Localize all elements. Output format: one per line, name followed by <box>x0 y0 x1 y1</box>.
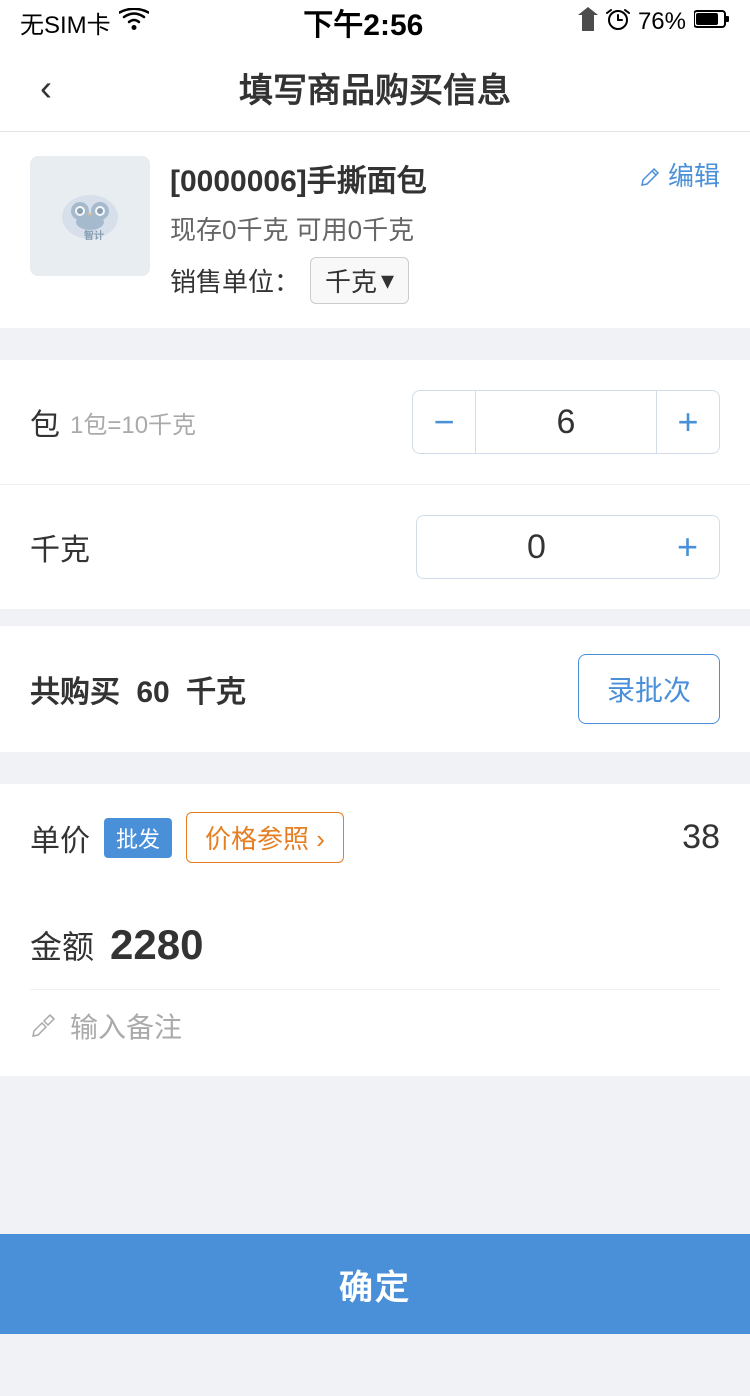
wifi-icon <box>119 8 149 37</box>
unit-label: 销售单位： <box>170 262 300 299</box>
price-value: 38 <box>682 818 720 857</box>
note-row: 输入备注 <box>30 989 720 1076</box>
edit-button[interactable]: 编辑 <box>640 156 720 193</box>
separator-1 <box>0 344 750 360</box>
price-ref-button[interactable]: 价格参照 › <box>186 812 344 863</box>
separator-3 <box>0 768 750 784</box>
time-display: 下午2:56 <box>303 0 423 44</box>
note-placeholder[interactable]: 输入备注 <box>70 1006 182 1046</box>
product-stock: 现存0千克 可用0千克 <box>170 210 620 247</box>
status-left: 无SIM卡 <box>20 5 149 40</box>
qianke-section: 千克 + <box>0 485 750 610</box>
product-unit: 销售单位： 千克 ▾ <box>170 257 620 304</box>
product-name: [0000006]手撕面包 <box>170 156 620 200</box>
product-image: 智计 <box>30 156 150 276</box>
bao-hint: 1包=10千克 <box>70 405 196 440</box>
bao-label: 包 <box>30 400 60 444</box>
svg-text:智计: 智计 <box>84 229 104 242</box>
battery-text: 76% <box>638 8 686 36</box>
amount-row: 金额 2280 <box>30 921 720 989</box>
nav-title: 填写商品购买信息 <box>239 63 511 112</box>
qianke-quantity-input[interactable] <box>416 515 656 579</box>
bao-quantity-row: 包 1包=10千克 − + <box>0 360 750 485</box>
separator-2 <box>0 610 750 626</box>
status-right: 76% <box>578 7 730 38</box>
amount-value: 2280 <box>110 921 203 969</box>
product-card: 智计 [0000006]手撕面包 现存0千克 可用0千克 销售单位： 千克 ▾ … <box>0 132 750 328</box>
alarm-icon <box>606 7 630 38</box>
bao-minus-button[interactable]: − <box>412 390 476 454</box>
product-info: [0000006]手撕面包 现存0千克 可用0千克 销售单位： 千克 ▾ <box>170 156 620 304</box>
dropdown-arrow-icon: ▾ <box>381 265 394 296</box>
amount-label: 金额 <box>30 922 94 968</box>
bao-section: 包 1包=10千克 − + <box>0 360 750 485</box>
carrier-text: 无SIM卡 <box>20 5 111 40</box>
location-icon <box>578 7 598 38</box>
qianke-quantity-row: 千克 + <box>0 485 750 610</box>
back-button[interactable]: ‹ <box>30 57 62 119</box>
nav-bar: ‹ 填写商品购买信息 <box>0 44 750 132</box>
batch-button[interactable]: 录批次 <box>578 654 720 724</box>
price-section: 单价 批发 价格参照 › 38 <box>0 784 750 891</box>
price-label: 单价 <box>30 816 90 860</box>
bao-quantity-input[interactable] <box>476 390 656 454</box>
total-section: 共购买 60 千克 录批次 <box>0 626 750 752</box>
qianke-label: 千克 <box>30 525 90 569</box>
qianke-plus-button[interactable]: + <box>656 515 720 579</box>
qianke-quantity-control: + <box>416 515 720 579</box>
total-amount: 60 <box>136 676 169 709</box>
unit-selector[interactable]: 千克 ▾ <box>310 257 409 304</box>
total-text: 共购买 60 千克 <box>30 667 246 711</box>
status-bar: 无SIM卡 下午2:56 76% <box>0 0 750 44</box>
bao-quantity-control: − + <box>412 390 720 454</box>
note-pencil-icon <box>30 1009 58 1044</box>
bao-plus-button[interactable]: + <box>656 390 720 454</box>
confirm-button[interactable]: 确定 <box>0 1234 750 1334</box>
amount-section: 金额 2280 输入备注 <box>0 891 750 1076</box>
battery-icon <box>694 8 730 36</box>
price-tag: 批发 <box>104 818 172 858</box>
